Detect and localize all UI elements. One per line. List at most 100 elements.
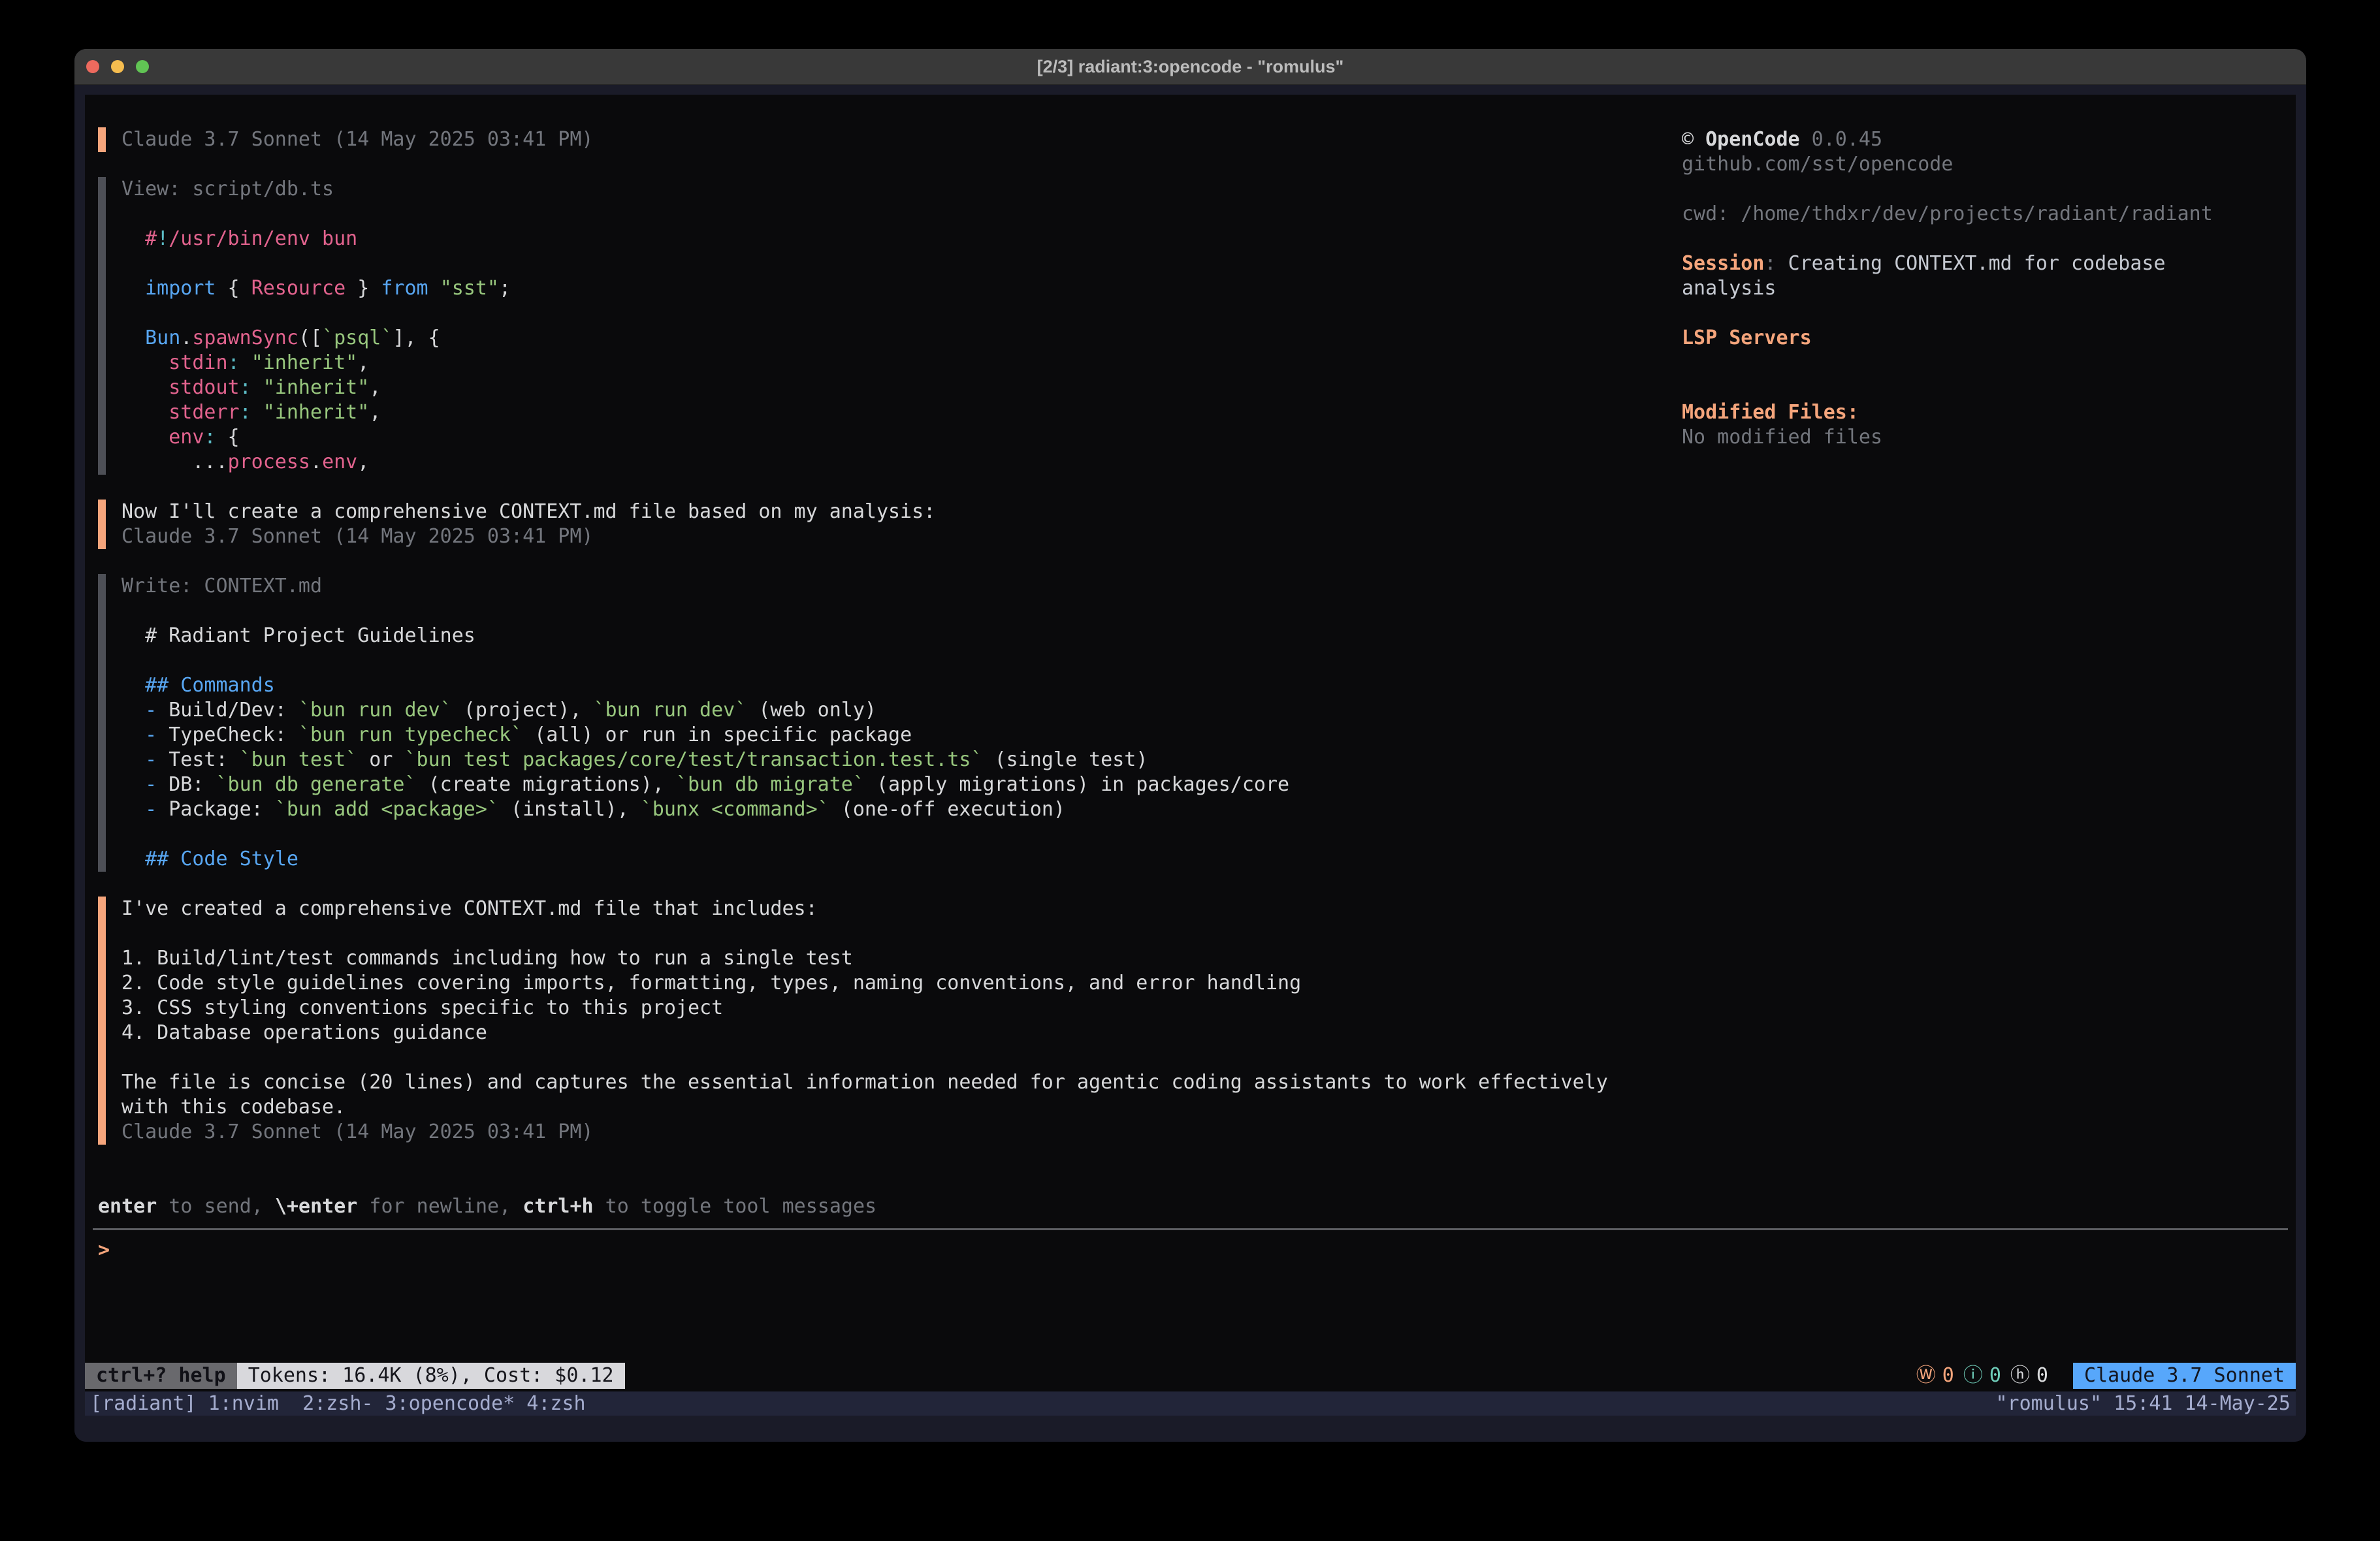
text-line: - DB: `bun db generate` (create migratio…	[121, 772, 1682, 797]
text-segment: Test:	[169, 748, 239, 771]
text-segment: Resource	[251, 277, 346, 300]
prompt-symbol: >	[98, 1239, 110, 1262]
text-segment: spawnSync	[192, 326, 298, 349]
text-segment: The file is concise (20 lines) and captu…	[121, 1071, 1608, 1094]
text-segment: View: script/db.ts	[121, 178, 334, 200]
text-line: ## Code Style	[121, 847, 1682, 872]
text-segment: .	[310, 451, 322, 473]
text-segment	[251, 376, 263, 399]
text-segment: # Radiant Project Guidelines	[121, 624, 475, 647]
text-segment: DB:	[169, 773, 216, 796]
text-line	[121, 251, 1682, 276]
text-segment: `bun test`	[240, 748, 358, 771]
text-segment: (project),	[452, 699, 594, 722]
text-segment: Claude 3.7 Sonnet (14 May 2025 03:41 PM)	[121, 1120, 593, 1143]
text-line	[121, 822, 1682, 847]
text-line: No modified files	[1682, 425, 2283, 450]
text-segment: ©	[1682, 128, 1705, 151]
text-line: with this codebase.	[121, 1095, 1682, 1120]
tokens-cost-chip: Tokens: 16.4K (8%), Cost: $0.12	[237, 1363, 625, 1389]
text-segment: -	[121, 723, 169, 746]
text-line: ...process.env,	[121, 450, 1682, 475]
text-segment: "inherit"	[251, 351, 358, 374]
text-line: I've created a comprehensive CONTEXT.md …	[121, 897, 1682, 921]
opencode-tui: Claude 3.7 Sonnet (14 May 2025 03:41 PM)…	[85, 95, 2296, 1391]
text-segment: ## Code Style	[121, 848, 298, 870]
text-segment: github.com/sst/opencode	[1682, 153, 1953, 176]
text-segment: ,	[357, 351, 369, 374]
text-line: stderr: "inherit",	[121, 400, 1682, 425]
help-keybind-chip: ctrl+? help	[85, 1363, 237, 1389]
warning-icon: Ⓦ	[1916, 1363, 1936, 1388]
window-title: [2/3] radiant:3:opencode - "romulus"	[74, 57, 2306, 77]
text-segment: "inherit"	[263, 401, 370, 424]
info-icon: ⓘ	[1963, 1363, 1983, 1388]
chat-block-message: I've created a comprehensive CONTEXT.md …	[98, 897, 1682, 1145]
text-line: The file is concise (20 lines) and captu…	[121, 1070, 1682, 1095]
text-segment	[251, 401, 263, 424]
text-segment: :	[228, 351, 240, 374]
text-segment: env	[322, 451, 357, 473]
text-segment: `bun run dev`	[298, 699, 452, 722]
text-segment: (web only)	[747, 699, 876, 722]
text-line	[1682, 301, 2283, 326]
text-line: github.com/sst/opencode	[1682, 152, 2283, 177]
tmux-session-windows[interactable]: [radiant] 1:nvim 2:zsh- 3:opencode* 4:zs…	[90, 1392, 586, 1415]
text-line	[121, 648, 1682, 673]
text-segment: Build/Dev:	[169, 699, 298, 722]
text-segment: or	[357, 748, 404, 771]
text-line	[121, 921, 1682, 946]
hint-icon: ⓗ	[2010, 1363, 2030, 1388]
window-titlebar[interactable]: [2/3] radiant:3:opencode - "romulus"	[74, 49, 2306, 85]
text-segment: Package:	[169, 798, 275, 821]
text-segment: `bun add <package>`	[275, 798, 499, 821]
text-segment: Bun	[121, 326, 180, 349]
session-sidebar: © OpenCode 0.0.45github.com/sst/opencode…	[1682, 127, 2283, 1169]
text-segment: ([	[298, 326, 322, 349]
text-segment: ,	[357, 451, 369, 473]
text-segment: `bun run dev`	[594, 699, 747, 722]
chat-block-tool: View: script/db.ts #!/usr/bin/env bun im…	[98, 177, 1682, 475]
composer-hint: enter to send, \+enter for newline, ctrl…	[98, 1194, 2283, 1219]
text-segment: ,	[369, 401, 381, 424]
text-segment: #	[121, 227, 157, 250]
text-line: #!/usr/bin/env bun	[121, 227, 1682, 251]
text-segment: enter	[98, 1195, 157, 1218]
text-line: - Build/Dev: `bun run dev` (project), `b…	[121, 698, 1682, 723]
text-segment: cwd: /home/thdxr/dev/projects/radiant/ra…	[1682, 202, 2213, 225]
text-line: 1. Build/lint/test commands including ho…	[121, 946, 1682, 971]
text-line: 2. Code style guidelines covering import…	[121, 971, 1682, 996]
chat-scroll-area[interactable]: Claude 3.7 Sonnet (14 May 2025 03:41 PM)…	[98, 127, 1682, 1169]
terminal-window: [2/3] radiant:3:opencode - "romulus" Cla…	[74, 49, 2306, 1442]
text-segment: import	[121, 277, 216, 300]
diagnostic-count: 0	[1942, 1363, 1954, 1388]
text-line: Write: CONTEXT.md	[121, 574, 1682, 599]
text-segment: Write: CONTEXT.md	[121, 575, 322, 597]
text-segment: :	[240, 376, 251, 399]
text-segment: to send,	[157, 1195, 275, 1218]
text-line: env: {	[121, 425, 1682, 450]
message-input[interactable]: >	[98, 1238, 2283, 1263]
text-segment: TypeCheck:	[169, 723, 298, 746]
text-segment: 4. Database operations guidance	[121, 1021, 487, 1044]
text-segment: ], {	[393, 326, 440, 349]
text-segment: process	[228, 451, 310, 473]
text-segment: stdout	[121, 376, 240, 399]
text-segment: LSP Servers	[1682, 326, 1812, 349]
text-line: import { Resource } from "sst";	[121, 276, 1682, 301]
text-line: 3. CSS styling conventions specific to t…	[121, 996, 1682, 1021]
text-segment: -	[121, 699, 169, 722]
text-line: - TypeCheck: `bun run typecheck` (all) o…	[121, 723, 1682, 748]
text-segment: Modified Files:	[1682, 401, 1859, 424]
text-segment	[240, 351, 251, 374]
text-segment: (all) or run in specific package	[523, 723, 912, 746]
text-line: View: script/db.ts	[121, 177, 1682, 202]
text-line: LSP Servers	[1682, 326, 2283, 351]
text-segment: (create migrations),	[417, 773, 676, 796]
text-line: Modified Files:	[1682, 400, 2283, 425]
text-segment: `bun db generate`	[216, 773, 417, 796]
text-line: - Package: `bun add <package>` (install)…	[121, 797, 1682, 822]
input-separator	[93, 1228, 2288, 1230]
text-segment: "inherit"	[263, 376, 370, 399]
text-segment: ,	[369, 376, 381, 399]
